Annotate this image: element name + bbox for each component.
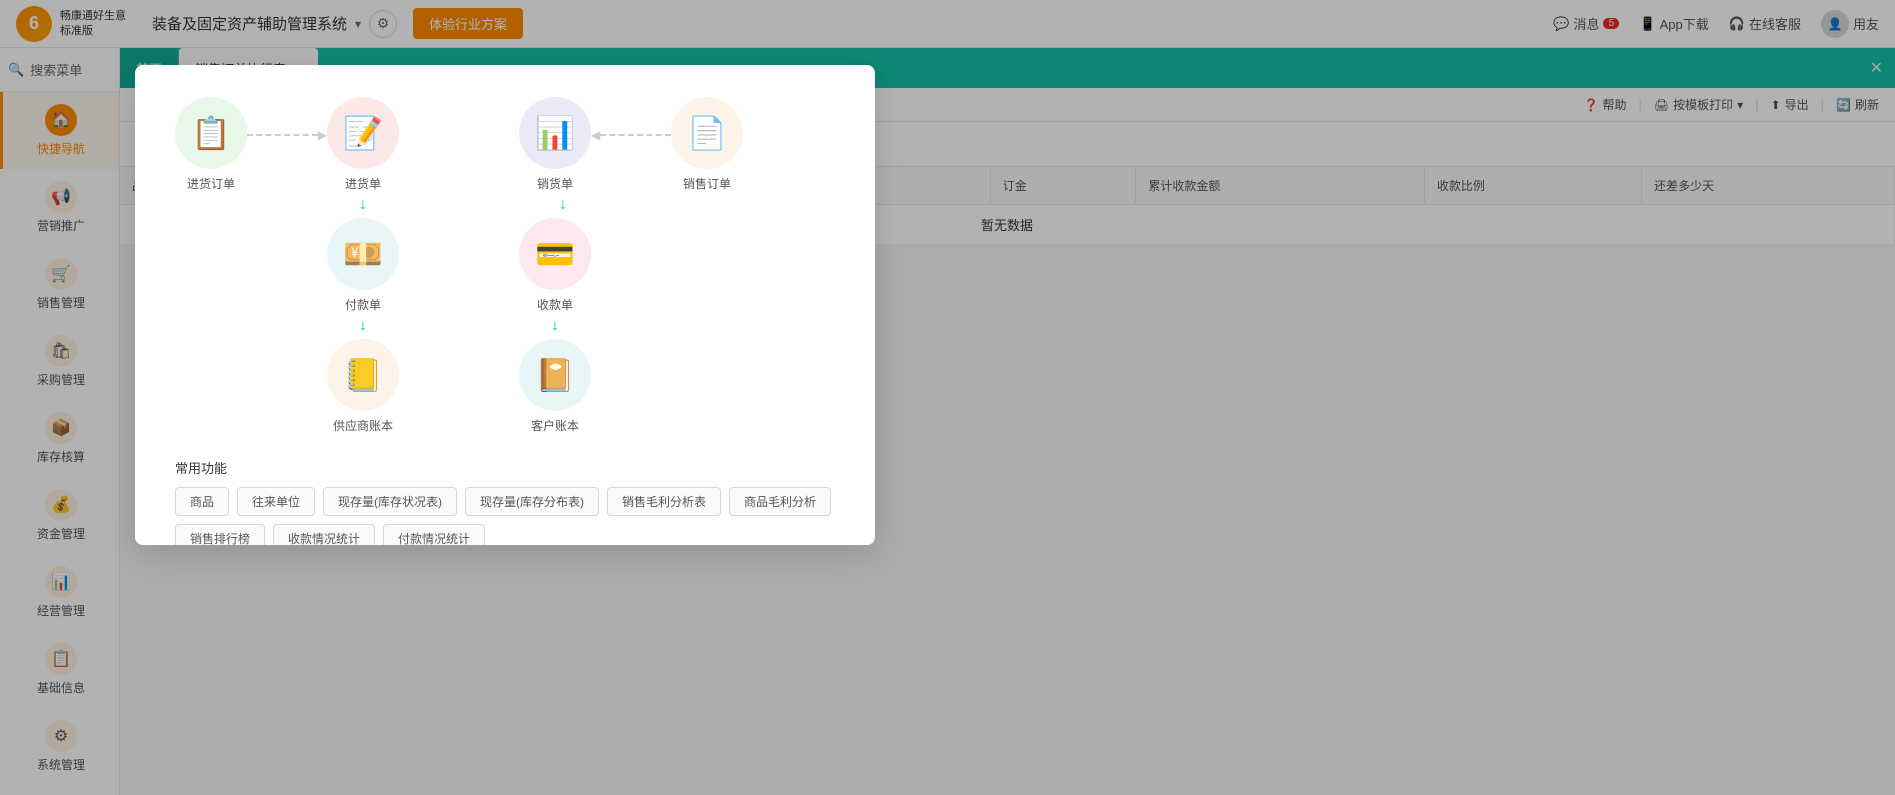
- flow-middle-arrows: ↓ ↓: [175, 196, 835, 214]
- cf-buttons-row1: 商品 往来单位 现存量(库存状况表) 现存量(库存分布表) 销售毛利分析表 商品…: [175, 487, 835, 516]
- supplier-ledger-label: 供应商账本: [333, 417, 393, 434]
- flow-second-row: 💴 付款单 💳 收款单: [175, 218, 835, 313]
- cf-btn-product-margin[interactable]: 商品毛利分析: [729, 487, 831, 516]
- modal-box: 📋 进货订单 ▶ 📝 进货单 📊 销货单: [135, 65, 875, 545]
- customer-ledger-label: 客户账本: [531, 417, 579, 434]
- arrow-purchase-order-to-bill: ▶: [247, 128, 327, 162]
- sales-order-circle: 📄: [671, 97, 743, 169]
- cf-btn-product[interactable]: 商品: [175, 487, 229, 516]
- purchase-bill-label: 进货单: [345, 175, 381, 192]
- customer-ledger-circle: 📔: [519, 339, 591, 411]
- cf-btn-counterparty[interactable]: 往来单位: [237, 487, 315, 516]
- cf-title: 常用功能: [175, 458, 835, 477]
- customer-ledger-node[interactable]: 📔 客户账本: [519, 339, 591, 434]
- flow-top-row: 📋 进货订单 ▶ 📝 进货单 📊 销货单: [175, 97, 835, 192]
- modal-overlay[interactable]: 📋 进货订单 ▶ 📝 进货单 📊 销货单: [0, 0, 1895, 795]
- flow-bottom-arrows: ↓ ↓: [175, 317, 835, 335]
- sales-order-node[interactable]: 📄 销售订单: [671, 97, 743, 192]
- supplier-ledger-circle: 📒: [327, 339, 399, 411]
- supplier-ledger-node[interactable]: 📒 供应商账本: [327, 339, 399, 434]
- cf-buttons-row2: 销售排行榜 收款情况统计 付款情况统计: [175, 524, 835, 545]
- payment-bill-node[interactable]: 💴 付款单: [327, 218, 399, 313]
- receipt-bill-node[interactable]: 💳 收款单: [519, 218, 591, 313]
- cf-btn-stock-status[interactable]: 现存量(库存状况表): [323, 487, 457, 516]
- purchase-bill-circle: 📝: [327, 97, 399, 169]
- receipt-bill-circle: 💳: [519, 218, 591, 290]
- sales-bill-node[interactable]: 📊 销货单: [519, 97, 591, 192]
- cf-btn-receipt-stats[interactable]: 收款情况统计: [273, 524, 375, 545]
- receipt-bill-label: 收款单: [537, 296, 573, 313]
- cf-btn-sales-rank[interactable]: 销售排行榜: [175, 524, 265, 545]
- purchase-bill-node[interactable]: 📝 进货单: [327, 97, 399, 192]
- payment-bill-circle: 💴: [327, 218, 399, 290]
- arrow-sales-order-to-bill: ◀: [591, 128, 671, 162]
- payment-bill-label: 付款单: [345, 296, 381, 313]
- cf-btn-payment-stats[interactable]: 付款情况统计: [383, 524, 485, 545]
- sales-bill-label: 销货单: [537, 175, 573, 192]
- cf-btn-sales-margin[interactable]: 销售毛利分析表: [607, 487, 721, 516]
- flow-third-row: 📒 供应商账本 📔 客户账本: [175, 339, 835, 434]
- cf-btn-stock-dist[interactable]: 现存量(库存分布表): [465, 487, 599, 516]
- sales-bill-circle: 📊: [519, 97, 591, 169]
- flow-diagram-container: 📋 进货订单 ▶ 📝 进货单 📊 销货单: [175, 97, 835, 545]
- purchase-order-label: 进货订单: [187, 175, 235, 192]
- purchase-order-circle: 📋: [175, 97, 247, 169]
- common-functions: 常用功能 商品 往来单位 现存量(库存状况表) 现存量(库存分布表) 销售毛利分…: [175, 458, 835, 545]
- sales-order-label: 销售订单: [683, 175, 731, 192]
- purchase-order-node[interactable]: 📋 进货订单: [175, 97, 247, 192]
